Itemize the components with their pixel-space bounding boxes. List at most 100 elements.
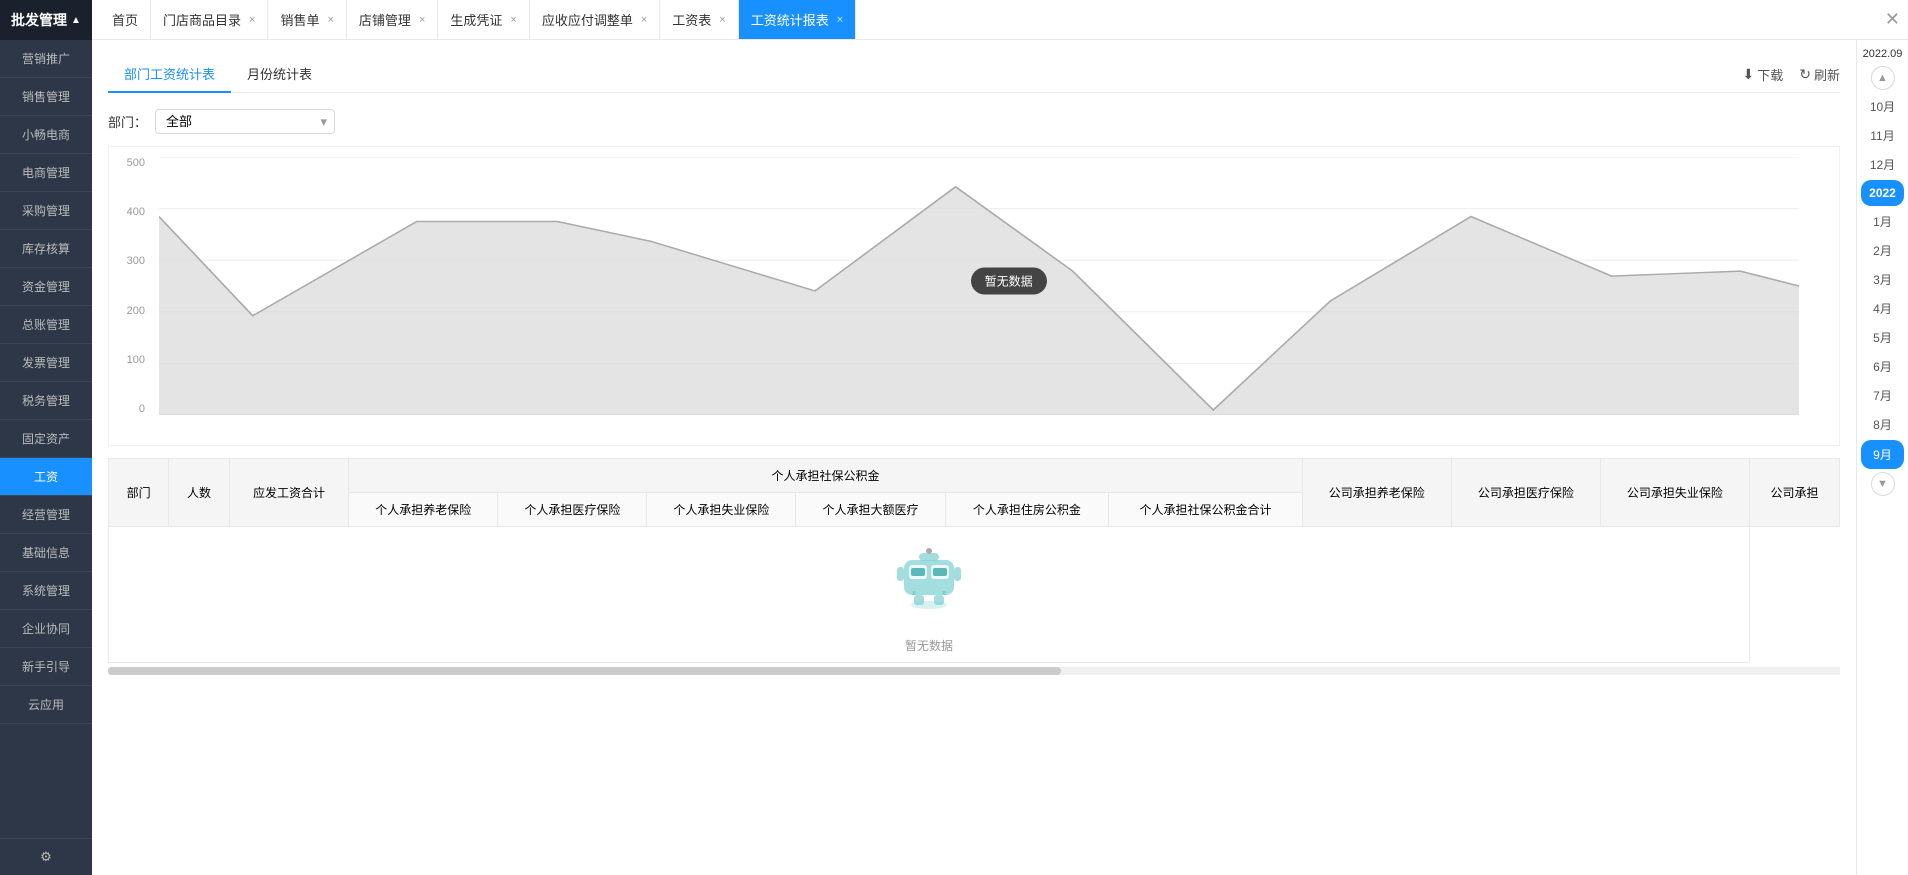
sidebar-item-新手引导[interactable]: 新手引导 [0, 648, 92, 686]
sidebar-item-营销推广[interactable]: 营销推广 [0, 40, 92, 78]
horizontal-scrollbar[interactable] [108, 667, 1840, 675]
date-month-11[interactable]: 11月 [1857, 121, 1908, 150]
sidebar-item-发票管理[interactable]: 发票管理 [0, 344, 92, 382]
tab-5[interactable]: 应收应付调整单 × [530, 0, 660, 39]
th-personal-total: 个人承担社保公积金合计 [1109, 493, 1302, 527]
tab-close-2[interactable]: × [327, 14, 333, 26]
tab-close-4[interactable]: × [510, 14, 516, 26]
th-personal-housing: 个人承担住房公积金 [945, 493, 1109, 527]
sidebar: 批发管理 ▲ 营销推广销售管理小畅电商电商管理采购管理库存核算资金管理总账管理发… [0, 0, 92, 875]
y-label-200: 200 [109, 305, 145, 317]
table-empty-row: 暂无数据 [109, 527, 1840, 663]
sidebar-item-基础信息[interactable]: 基础信息 [0, 534, 92, 572]
sidebar-item-系统管理[interactable]: 系统管理 [0, 572, 92, 610]
main-area: 首页门店商品目录×销售单×店铺管理×生成凭证×应收应付调整单×工资表×工资统计报… [92, 0, 1908, 875]
tab-0[interactable]: 首页 [100, 0, 151, 39]
download-icon: ⬇ [1743, 66, 1755, 83]
date-month-1[interactable]: 1月 [1857, 207, 1908, 236]
sidebar-item-云应用[interactable]: 云应用 [0, 686, 92, 724]
date-panel-header: 2022.09 [1857, 44, 1908, 64]
chart-area-fill [159, 187, 1799, 415]
sidebar-item-销售管理[interactable]: 销售管理 [0, 78, 92, 116]
th-dept: 部门 [109, 459, 169, 527]
tab-close-5[interactable]: × [641, 14, 647, 26]
tab-2[interactable]: 销售单 × [268, 0, 346, 39]
tab-4[interactable]: 生成凭证 × [438, 0, 529, 39]
date-month-2[interactable]: 2月 [1857, 236, 1908, 265]
tab-7[interactable]: 工资统计报表× [739, 0, 856, 39]
date-month-6[interactable]: 6月 [1857, 352, 1908, 381]
tab-3[interactable]: 店铺管理× [347, 0, 438, 39]
date-month-9[interactable]: 9月 [1861, 440, 1904, 469]
th-company-other: 公司承担 [1749, 459, 1839, 527]
tab-label-0: 首页 [112, 10, 138, 29]
th-count: 人数 [169, 459, 229, 527]
refresh-icon: ↻ [1799, 66, 1811, 83]
tab-close-7[interactable]: × [837, 14, 843, 26]
tab-1[interactable]: 门店商品目录 × [151, 0, 268, 39]
dept-select-wrapper: 全部 [155, 109, 335, 134]
sidebar-item-企业协同[interactable]: 企业协同 [0, 610, 92, 648]
tab-label-5: 应收应付调整单 [542, 10, 633, 29]
table-wrapper[interactable]: 部门 人数 应发工资合计 个人承担社保公积金 公司承担养老保险 公司承担医疗保险… [108, 458, 1840, 675]
tab-dept-stats[interactable]: 部门工资统计表 [108, 56, 231, 93]
empty-state-icon [889, 535, 969, 615]
date-nav-up[interactable]: ▲ [1871, 66, 1895, 90]
th-total-salary: 应发工资合计 [229, 459, 349, 527]
sidebar-item-经营管理[interactable]: 经营管理 [0, 496, 92, 534]
date-year-2022[interactable]: 2022 [1861, 180, 1904, 206]
sidebar-item-税务管理[interactable]: 税务管理 [0, 382, 92, 420]
empty-text: 暂无数据 [121, 637, 1737, 654]
sidebar-item-资金管理[interactable]: 资金管理 [0, 268, 92, 306]
toolbar-left: 部门： 全部 [108, 109, 335, 134]
tab-label-4: 生成凭证 [450, 10, 502, 29]
date-month-10[interactable]: 10月 [1857, 92, 1908, 121]
tab-bar: 首页门店商品目录×销售单×店铺管理×生成凭证×应收应付调整单×工资表×工资统计报… [92, 0, 1908, 40]
tab-close-1[interactable]: × [249, 14, 255, 26]
y-label-300: 300 [109, 255, 145, 267]
tab-month-stats[interactable]: 月份统计表 [231, 56, 328, 93]
date-month-12[interactable]: 12月 [1857, 150, 1908, 179]
sidebar-item-固定资产[interactable]: 固定资产 [0, 420, 92, 458]
dept-select[interactable]: 全部 [155, 109, 335, 134]
sidebar-toggle-icon[interactable]: ▲ [71, 15, 81, 26]
date-month-5[interactable]: 5月 [1857, 323, 1908, 352]
date-month-4[interactable]: 4月 [1857, 294, 1908, 323]
date-month-8[interactable]: 8月 [1857, 410, 1908, 439]
sidebar-header[interactable]: 批发管理 ▲ [0, 0, 92, 40]
sidebar-item-采购管理[interactable]: 采购管理 [0, 192, 92, 230]
sidebar-item-总账管理[interactable]: 总账管理 [0, 306, 92, 344]
refresh-button[interactable]: ↻ 刷新 [1799, 56, 1840, 92]
th-personal-medical: 个人承担医疗保险 [498, 493, 647, 527]
main-content: 部门工资统计表 月份统计表 ⬇ 下载 ↻ 刷新 部门： [92, 40, 1856, 875]
scrollbar-thumb[interactable] [108, 667, 1061, 675]
date-month-7[interactable]: 7月 [1857, 381, 1908, 410]
download-button[interactable]: ⬇ 下载 [1743, 56, 1784, 92]
tab-6[interactable]: 工资表× [660, 0, 738, 39]
sidebar-item-工资[interactable]: 工资 [0, 458, 92, 496]
close-window-icon[interactable]: ✕ [1885, 9, 1900, 30]
y-label-0: 0 [109, 403, 145, 415]
settings-button[interactable]: ⚙ [0, 838, 92, 875]
sidebar-item-电商管理[interactable]: 电商管理 [0, 154, 92, 192]
content-area: 部门工资统计表 月份统计表 ⬇ 下载 ↻ 刷新 部门： [92, 40, 1908, 875]
th-personal-unemploy: 个人承担失业保险 [647, 493, 796, 527]
th-company-unemploy: 公司承担失业保险 [1600, 459, 1749, 527]
y-label-100: 100 [109, 354, 145, 366]
tab-label-2: 销售单 [280, 10, 319, 29]
date-panel: 2022.09 ▲ 10月 11月 12月 2022 1月 2月 3月 4月 5… [1856, 40, 1908, 875]
date-nav-down[interactable]: ▼ [1871, 472, 1895, 496]
settings-icon: ⚙ [40, 849, 52, 864]
sidebar-item-小畅电商[interactable]: 小畅电商 [0, 116, 92, 154]
window-controls: ✕ [1885, 9, 1900, 30]
th-personal-major-medical: 个人承担大额医疗 [796, 493, 945, 527]
sidebar-title: 批发管理 [11, 10, 67, 30]
tab-label-1: 门店商品目录 [163, 10, 241, 29]
th-personal-insurance: 个人承担社保公积金 [349, 459, 1303, 493]
sub-tab-bar: 部门工资统计表 月份统计表 ⬇ 下载 ↻ 刷新 [108, 56, 1840, 93]
date-month-3[interactable]: 3月 [1857, 265, 1908, 294]
empty-icon [121, 535, 1737, 629]
sidebar-item-库存核算[interactable]: 库存核算 [0, 230, 92, 268]
tab-close-3[interactable]: × [419, 14, 425, 26]
tab-close-6[interactable]: × [719, 14, 725, 26]
